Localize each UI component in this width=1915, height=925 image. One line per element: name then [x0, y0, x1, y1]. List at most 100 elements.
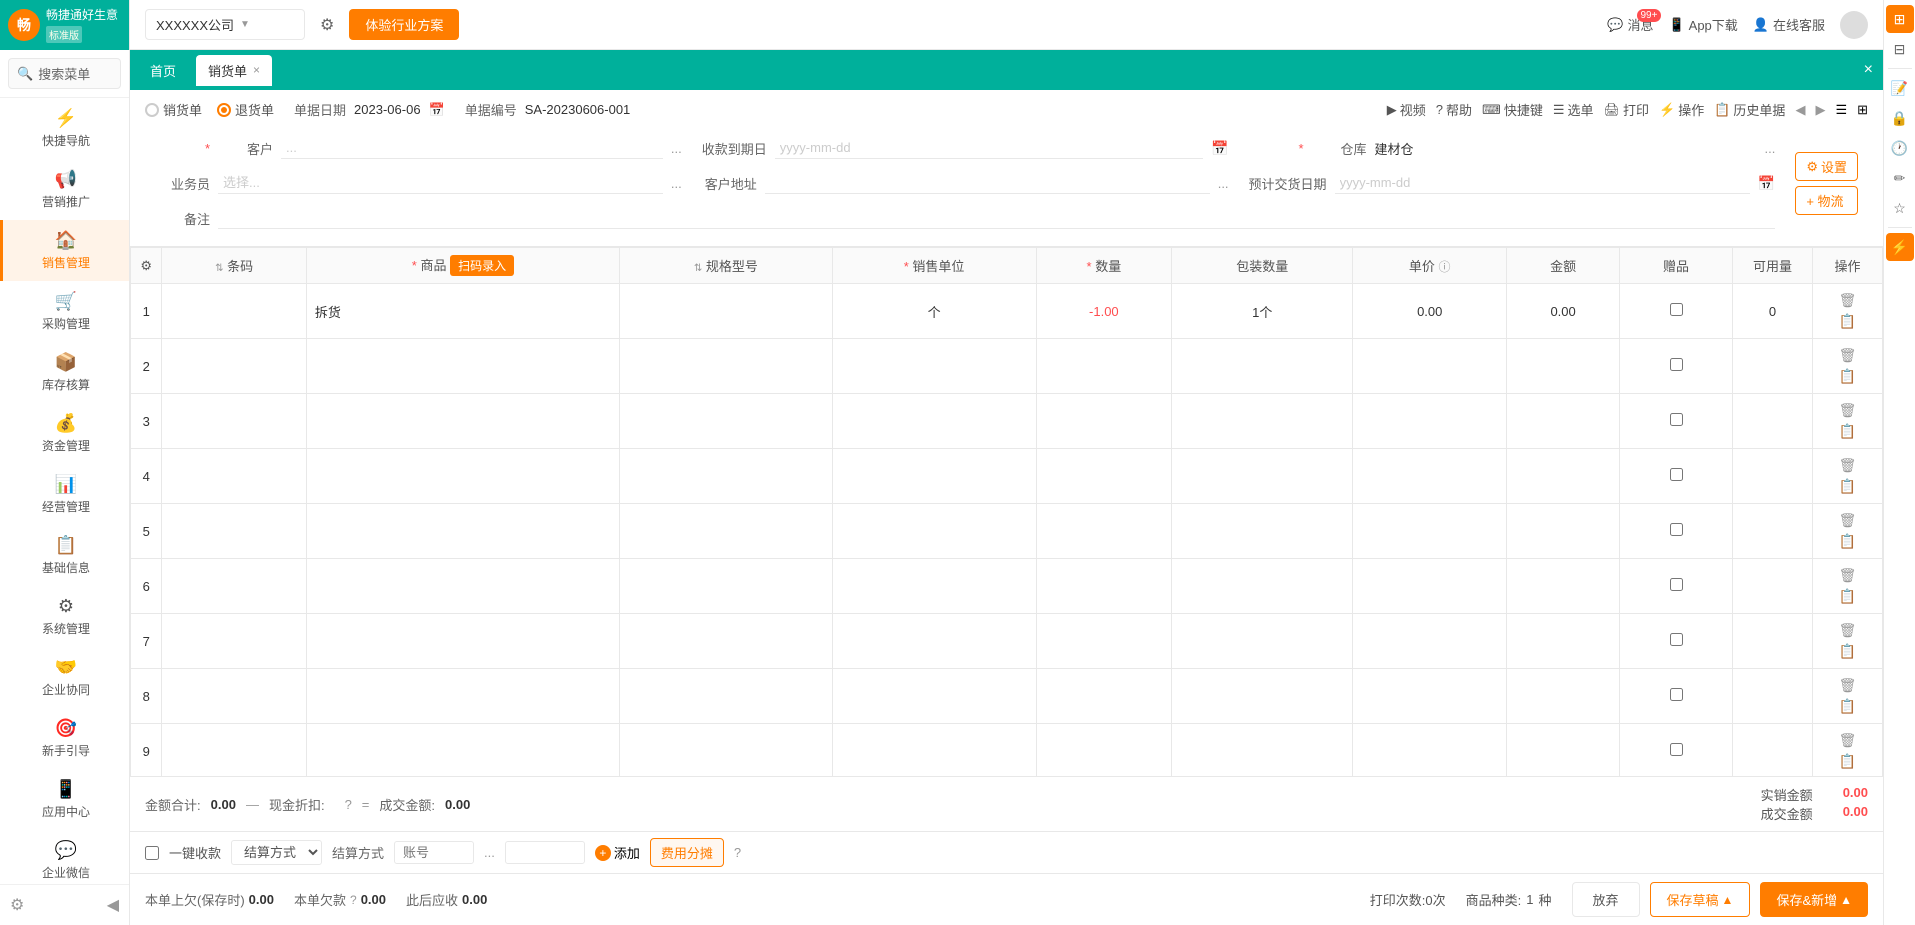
cell-price[interactable] — [1353, 614, 1507, 669]
cell-product[interactable] — [306, 339, 619, 394]
cell-spec[interactable] — [620, 449, 833, 504]
row-delete-btn-1[interactable]: 🗑 — [1835, 345, 1861, 366]
cell-spec[interactable] — [620, 559, 833, 614]
view-list-icon[interactable]: ☰ — [1835, 102, 1847, 118]
cell-pack-qty[interactable]: 1个 — [1172, 284, 1353, 339]
payment-method-select[interactable]: 结算方式 — [231, 840, 322, 865]
row-copy-btn-5[interactable]: 📋 — [1835, 586, 1860, 607]
cell-qty[interactable] — [1036, 504, 1172, 559]
cell-pack-qty[interactable] — [1172, 449, 1353, 504]
cell-qty[interactable] — [1036, 614, 1172, 669]
salesperson-dots-icon[interactable]: ... — [671, 176, 682, 191]
tool-action-btn[interactable]: ⚡ 操作 — [1659, 100, 1704, 119]
cell-amount[interactable] — [1507, 559, 1620, 614]
cell-product[interactable] — [306, 724, 619, 777]
cell-price[interactable] — [1353, 449, 1507, 504]
gift-checkbox-5[interactable] — [1670, 578, 1683, 591]
right-btn-notes[interactable]: 📝 — [1886, 74, 1914, 102]
cell-spec[interactable] — [620, 339, 833, 394]
sidebar-item-inventory[interactable]: 📦 库存核算 — [0, 342, 129, 403]
tool-shortcut-btn[interactable]: ⌨ 快捷键 — [1482, 100, 1543, 119]
cell-pack-qty[interactable] — [1172, 504, 1353, 559]
tab-close-icon[interactable]: × — [253, 63, 260, 77]
row-delete-btn-8[interactable]: 🗑 — [1835, 730, 1861, 751]
cell-qty[interactable] — [1036, 669, 1172, 724]
sidebar-item-guide[interactable]: 🎯 新手引导 — [0, 708, 129, 769]
logistics-button[interactable]: + 物流 — [1795, 186, 1858, 215]
cell-gift[interactable] — [1620, 724, 1733, 777]
sidebar-item-marketing[interactable]: 📢 营销推广 — [0, 159, 129, 220]
cell-qty[interactable] — [1036, 449, 1172, 504]
delivery-date-input[interactable] — [1335, 172, 1750, 194]
row-copy-btn-0[interactable]: 📋 — [1835, 311, 1860, 332]
sidebar-item-wechat[interactable]: 💬 企业微信 — [0, 830, 129, 884]
cell-gift[interactable] — [1620, 614, 1733, 669]
cell-amount[interactable] — [1507, 339, 1620, 394]
cell-amount[interactable] — [1507, 669, 1620, 724]
row-delete-btn-2[interactable]: 🗑 — [1835, 400, 1861, 421]
cell-product[interactable] — [306, 449, 619, 504]
sidebar-item-sales[interactable]: 🏠 销售管理 — [0, 220, 129, 281]
scan-button[interactable]: 扫码录入 — [450, 255, 514, 276]
cell-product[interactable]: 拆货 — [306, 284, 619, 339]
cell-gift[interactable] — [1620, 339, 1733, 394]
tool-help-btn[interactable]: ? 帮助 — [1436, 100, 1472, 119]
discount-help-icon[interactable]: ? — [345, 797, 352, 812]
price-info-icon[interactable]: ⓘ — [1439, 260, 1451, 274]
cell-pack-qty[interactable] — [1172, 614, 1353, 669]
search-menu-button[interactable]: 🔍 搜索菜单 — [8, 58, 121, 89]
warehouse-dots-icon[interactable]: ... — [1764, 141, 1775, 156]
sidebar-collapse-icon[interactable]: ◀ — [107, 895, 119, 915]
tool-video-btn[interactable]: ▶ 视频 — [1387, 100, 1426, 119]
tab-home[interactable]: 首页 — [135, 53, 191, 88]
payment-account-input[interactable] — [394, 841, 474, 864]
cell-product[interactable] — [306, 669, 619, 724]
cell-amount[interactable] — [1507, 614, 1620, 669]
row-delete-btn-7[interactable]: 🗑 — [1835, 675, 1861, 696]
gift-checkbox-4[interactable] — [1670, 523, 1683, 536]
cell-price[interactable] — [1353, 394, 1507, 449]
tool-select-btn[interactable]: ☰ 选单 — [1553, 100, 1594, 119]
cell-unit[interactable] — [832, 724, 1036, 777]
cell-amount[interactable] — [1507, 394, 1620, 449]
app-download-button[interactable]: 📱 App下载 — [1668, 15, 1737, 34]
calendar-icon-delivery[interactable]: 📅 — [1758, 175, 1775, 192]
cell-spec[interactable] — [620, 394, 833, 449]
gift-checkbox-2[interactable] — [1670, 413, 1683, 426]
cell-unit[interactable] — [832, 394, 1036, 449]
th-gear[interactable]: ⚙ — [131, 248, 162, 284]
cell-barcode[interactable] — [162, 449, 306, 504]
sort-spec-icon[interactable]: ⇅ — [694, 263, 702, 274]
row-copy-btn-8[interactable]: 📋 — [1835, 751, 1860, 772]
cell-barcode[interactable] — [162, 339, 306, 394]
due-date-input[interactable] — [775, 137, 1203, 159]
payment-add-button[interactable]: + 添加 — [595, 843, 640, 862]
cell-qty[interactable] — [1036, 559, 1172, 614]
cell-amount[interactable] — [1507, 724, 1620, 777]
gift-checkbox-3[interactable] — [1670, 468, 1683, 481]
radio-return-order[interactable]: 退货单 — [217, 100, 274, 119]
cell-pack-qty[interactable] — [1172, 339, 1353, 394]
row-delete-btn-5[interactable]: 🗑 — [1835, 565, 1861, 586]
right-btn-clock[interactable]: 🕐 — [1886, 134, 1914, 162]
cell-product[interactable] — [306, 559, 619, 614]
cell-barcode[interactable] — [162, 559, 306, 614]
sidebar-item-operations[interactable]: 📊 经营管理 — [0, 464, 129, 525]
cell-price[interactable] — [1353, 339, 1507, 394]
close-all-tabs-icon[interactable]: × — [1859, 56, 1878, 84]
row-copy-btn-1[interactable]: 📋 — [1835, 366, 1860, 387]
cell-barcode[interactable] — [162, 394, 306, 449]
cell-amount[interactable] — [1507, 449, 1620, 504]
order-total-help-icon[interactable]: ? — [350, 893, 357, 907]
cell-barcode[interactable] — [162, 614, 306, 669]
cell-price[interactable] — [1353, 669, 1507, 724]
cell-gift[interactable] — [1620, 284, 1733, 339]
cell-price[interactable]: 0.00 — [1353, 284, 1507, 339]
cell-unit[interactable] — [832, 449, 1036, 504]
right-btn-grid[interactable]: ⊟ — [1886, 35, 1914, 63]
cell-product[interactable] — [306, 614, 619, 669]
payment-amount-input[interactable] — [505, 841, 585, 864]
row-copy-btn-6[interactable]: 📋 — [1835, 641, 1860, 662]
gift-checkbox-8[interactable] — [1670, 743, 1683, 756]
cell-barcode[interactable] — [162, 724, 306, 777]
